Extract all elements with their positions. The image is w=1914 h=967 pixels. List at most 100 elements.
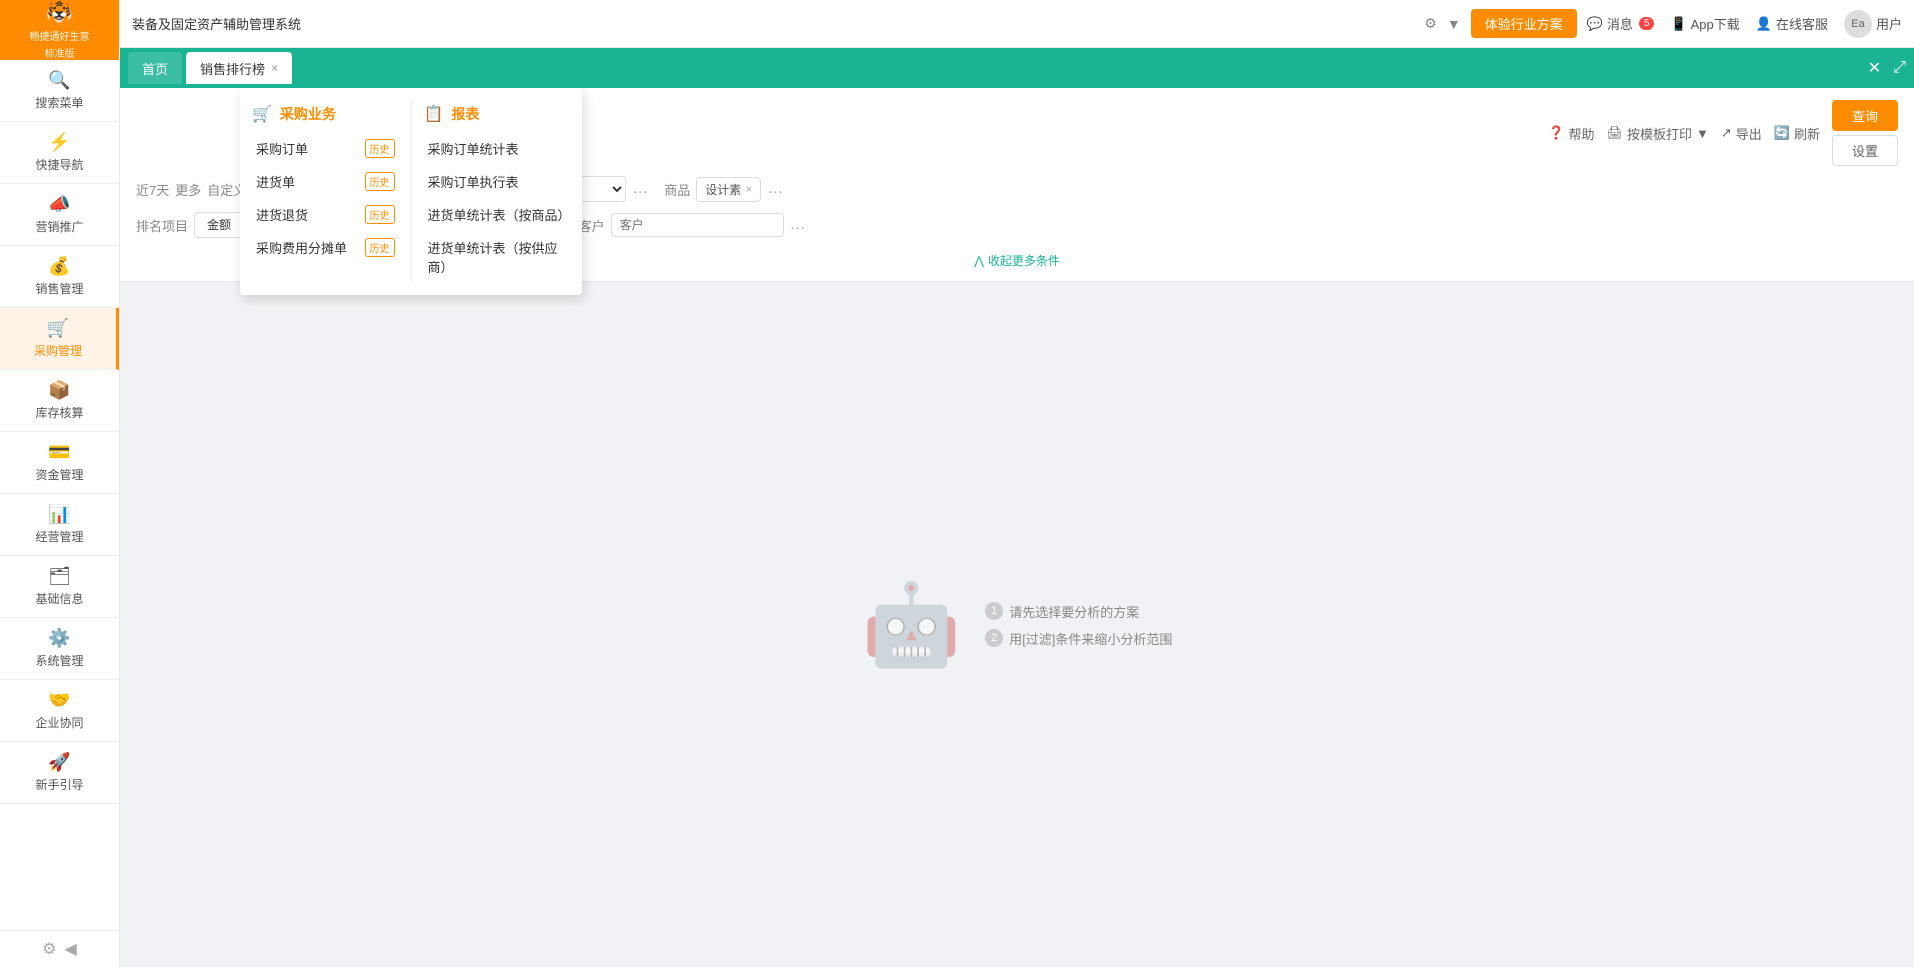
sidebar-item-label: 资金管理 xyxy=(35,466,83,483)
goods-more-dots[interactable]: … xyxy=(767,180,783,198)
app-download-label: App下载 xyxy=(1691,14,1740,33)
menu-item-incoming-stats-goods[interactable]: 进货单统计表（按商品） xyxy=(424,198,571,231)
logo-line1: 畅捷通好生意 xyxy=(30,28,90,43)
order-stats-label: 采购订单统计表 xyxy=(428,139,519,158)
sidebar-item-operations[interactable]: 📊 经营管理 xyxy=(0,494,119,556)
refresh-label: 刷新 xyxy=(1794,124,1820,143)
purchase-business-title: 采购业务 xyxy=(280,104,336,124)
app-download-button[interactable]: 📱 App下载 xyxy=(1670,14,1739,33)
refresh-icon: 🔄 xyxy=(1774,125,1790,141)
sidebar-item-search[interactable]: 🔍 搜索菜单 xyxy=(0,60,119,122)
user-label: 用户 xyxy=(1876,14,1902,33)
return-history-badge: 历史 xyxy=(365,205,395,224)
purchase-order-label: 采购订单 xyxy=(256,139,308,158)
sidebar-item-label: 快捷导航 xyxy=(35,156,83,173)
customer-label: 客户 xyxy=(579,216,605,235)
customer-more-dots[interactable]: … xyxy=(790,216,806,234)
user-menu[interactable]: Ea 用户 xyxy=(1844,10,1902,38)
main-area: 装备及固定资产辅助管理系统 ⚙ ▼ 体验行业方案 💬 消息 5 📱 App下载 … xyxy=(120,0,1914,967)
marketing-icon: 📣 xyxy=(48,194,70,215)
sidebar-item-guide[interactable]: 🚀 新手引导 xyxy=(0,742,119,804)
purchase-business-column: 🛒 采购业务 采购订单 历史 进货单 历史 进货退货 历史 采购费用分摊单 xyxy=(240,100,411,283)
query-button[interactable]: 查询 xyxy=(1832,100,1898,131)
tip-1-text: 请先选择要分析的方案 xyxy=(1009,602,1139,621)
messages-badge: 5 xyxy=(1639,17,1655,30)
system-icon: ⚙️ xyxy=(48,628,70,649)
menu-item-order-exec[interactable]: 采购订单执行表 xyxy=(424,165,571,198)
quick-icon: ⚡ xyxy=(48,132,70,153)
sidebar-item-finance[interactable]: 💳 资金管理 xyxy=(0,432,119,494)
print-button[interactable]: 🖨 按模板打印 ▼ xyxy=(1606,100,1708,166)
messages-icon: 💬 xyxy=(1587,16,1603,32)
industry-solution-button[interactable]: 体验行业方案 xyxy=(1471,9,1577,38)
sidebar-item-label: 企业协同 xyxy=(35,714,83,731)
tip-1-number: 1 xyxy=(985,602,1003,620)
avatar-text: Ea xyxy=(1851,18,1864,30)
customer-input[interactable] xyxy=(611,213,784,237)
guide-icon: 🚀 xyxy=(48,752,70,773)
online-service-button[interactable]: 👤 在线客服 xyxy=(1756,14,1828,33)
help-button[interactable]: ❓ 帮助 xyxy=(1548,100,1594,166)
tabbar: 首页 销售排行榜 × ✕ ⤢ xyxy=(120,48,1914,88)
sidebar-item-basic[interactable]: 🗂 基础信息 xyxy=(0,556,119,618)
purchase-dropdown-menu: 🛒 采购业务 采购订单 历史 进货单 历史 进货退货 历史 采购费用分摊单 xyxy=(240,88,582,295)
avatar: Ea xyxy=(1844,10,1872,38)
settings-button[interactable]: ⚙ xyxy=(42,939,56,959)
collapse-sidebar-button[interactable]: ◀ xyxy=(65,939,77,959)
date-more[interactable]: 更多 xyxy=(175,180,201,199)
menu-item-expense[interactable]: 采购费用分摊单 历史 xyxy=(252,231,399,264)
sidebar-item-label: 经营管理 xyxy=(35,528,83,545)
sidebar-item-purchase[interactable]: 🛒 采购管理 xyxy=(0,308,119,370)
sidebar-item-system[interactable]: ⚙️ 系统管理 xyxy=(0,618,119,680)
collapse-label: 收起更多条件 xyxy=(988,252,1060,269)
sidebar-item-label: 采购管理 xyxy=(34,342,82,359)
order-exec-label: 采购订单执行表 xyxy=(428,172,519,191)
tab-sales-rank[interactable]: 销售排行榜 × xyxy=(186,52,292,84)
purchase-order-history-badge: 历史 xyxy=(365,139,395,158)
goods-tag-text: 设计素 xyxy=(705,181,741,198)
sidebar-bottom: ⚙ ◀ xyxy=(0,930,119,967)
goods-label: 商品 xyxy=(664,180,690,199)
print-label: 按模板打印 xyxy=(1627,124,1692,143)
set-button[interactable]: 设置 xyxy=(1832,135,1898,166)
collapse-button[interactable]: ⋀ 收起更多条件 xyxy=(974,252,1060,269)
sales-rank-tab-label: 销售排行榜 xyxy=(200,59,265,78)
messages-button[interactable]: 💬 消息 5 xyxy=(1587,14,1655,33)
goods-tag-remove[interactable]: × xyxy=(745,182,752,196)
sidebar-item-label: 库存核算 xyxy=(35,404,83,421)
menu-item-purchase-order[interactable]: 采购订单 历史 xyxy=(252,132,399,165)
incoming-stats-supplier-label: 进货单统计表（按供应商） xyxy=(428,238,567,276)
menu-item-incoming-stats-supplier[interactable]: 进货单统计表（按供应商） xyxy=(424,231,571,283)
close-tab-icon[interactable]: × xyxy=(271,61,278,75)
refresh-button[interactable]: 🔄 刷新 xyxy=(1774,100,1820,166)
status-more-dots[interactable]: … xyxy=(632,180,648,198)
customer-filter: 客户 … xyxy=(579,213,806,237)
messages-label: 消息 xyxy=(1607,14,1633,33)
expand-window-icon[interactable]: ⤢ xyxy=(1893,59,1906,77)
incoming-label: 进货单 xyxy=(256,172,295,191)
menu-item-return[interactable]: 进货退货 历史 xyxy=(252,198,399,231)
sidebar-item-sales[interactable]: 💰 销售管理 xyxy=(0,246,119,308)
rank-label: 排名项目 xyxy=(136,216,188,235)
help-icon: ❓ xyxy=(1548,125,1564,141)
export-button[interactable]: ↗ 导出 xyxy=(1721,100,1762,166)
topbar-dropdown-arrow[interactable]: ▼ xyxy=(1447,16,1461,32)
menu-item-incoming[interactable]: 进货单 历史 xyxy=(252,165,399,198)
close-window-icon[interactable]: ✕ xyxy=(1868,58,1881,78)
online-service-label: 在线客服 xyxy=(1776,14,1828,33)
menu-item-order-stats[interactable]: 采购订单统计表 xyxy=(424,132,571,165)
sidebar-item-collab[interactable]: 🤝 企业协同 xyxy=(0,680,119,742)
sidebar-item-marketing[interactable]: 📣 营销推广 xyxy=(0,184,119,246)
sidebar-item-quick[interactable]: ⚡ 快捷导航 xyxy=(0,122,119,184)
tab-home[interactable]: 首页 xyxy=(128,52,182,84)
goods-tag[interactable]: 设计素 × xyxy=(696,177,761,202)
print-icon: 🖨 xyxy=(1606,125,1623,141)
purchase-icon: 🛒 xyxy=(47,318,69,339)
incoming-stats-goods-label: 进货单统计表（按商品） xyxy=(428,205,567,224)
topbar-settings-icon[interactable]: ⚙ xyxy=(1424,15,1437,32)
export-icon: ↗ xyxy=(1721,125,1732,141)
tip-2-number: 2 xyxy=(985,629,1003,647)
content-area: ❓ 帮助 🖨 按模板打印 ▼ ↗ 导出 🔄 刷新 查询 xyxy=(120,88,1914,967)
sidebar-item-inventory[interactable]: 📦 库存核算 xyxy=(0,370,119,432)
sales-icon: 💰 xyxy=(48,256,70,277)
